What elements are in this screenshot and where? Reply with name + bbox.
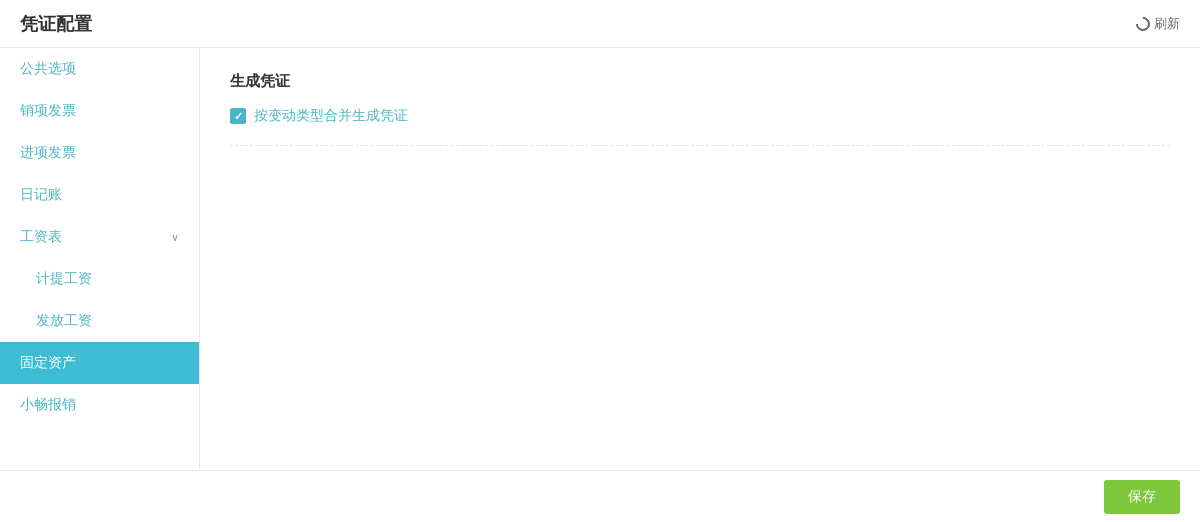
sidebar-item-fixed-assets[interactable]: 固定资产 xyxy=(0,342,199,384)
refresh-button[interactable]: 刷新 xyxy=(1136,15,1180,33)
save-button[interactable]: 保存 xyxy=(1104,480,1180,514)
sidebar-item-purchase-invoice[interactable]: 进项发票 xyxy=(0,132,199,174)
page-header: 凭证配置 刷新 xyxy=(0,0,1200,48)
chevron-down-icon: ∨ xyxy=(171,231,179,244)
section-title: 生成凭证 xyxy=(230,72,1170,91)
section-divider xyxy=(230,145,1170,146)
sidebar-item-label-petty-reimbursement: 小畅报销 xyxy=(20,396,76,414)
sidebar: 公共选项销项发票进项发票日记账工资表 ∨ 计提工资发放工资固定资产小畅报销 xyxy=(0,48,200,470)
sidebar-item-label-purchase-invoice: 进项发票 xyxy=(20,144,76,162)
bottom-bar: 保存 xyxy=(0,470,1200,522)
refresh-label: 刷新 xyxy=(1154,15,1180,33)
merge-by-type-label: 按变动类型合并生成凭证 xyxy=(254,107,408,125)
sidebar-item-label-payroll-table: 工资表 xyxy=(20,228,62,246)
sidebar-item-label-public-options: 公共选项 xyxy=(20,60,76,78)
sidebar-item-label-payout-payroll: 发放工资 xyxy=(36,312,92,330)
page-title: 凭证配置 xyxy=(20,12,92,36)
refresh-icon xyxy=(1133,14,1153,34)
sidebar-item-accrual-payroll[interactable]: 计提工资 xyxy=(0,258,199,300)
sidebar-item-label-fixed-assets: 固定资产 xyxy=(20,354,76,372)
sidebar-item-label-journal: 日记账 xyxy=(20,186,62,204)
sidebar-item-label-accrual-payroll: 计提工资 xyxy=(36,270,92,288)
content-area: 生成凭证 按变动类型合并生成凭证 xyxy=(200,48,1200,470)
sidebar-item-payroll-table[interactable]: 工资表 ∨ xyxy=(0,216,199,258)
sidebar-item-journal[interactable]: 日记账 xyxy=(0,174,199,216)
sidebar-item-public-options[interactable]: 公共选项 xyxy=(0,48,199,90)
merge-by-type-row: 按变动类型合并生成凭证 xyxy=(230,107,1170,125)
sidebar-item-label-sales-invoice: 销项发票 xyxy=(20,102,76,120)
sidebar-item-sales-invoice[interactable]: 销项发票 xyxy=(0,90,199,132)
sidebar-item-petty-reimbursement[interactable]: 小畅报销 xyxy=(0,384,199,426)
main-layout: 公共选项销项发票进项发票日记账工资表 ∨ 计提工资发放工资固定资产小畅报销 生成凭证… xyxy=(0,48,1200,470)
sidebar-item-payout-payroll[interactable]: 发放工资 xyxy=(0,300,199,342)
merge-by-type-checkbox[interactable] xyxy=(230,108,246,124)
